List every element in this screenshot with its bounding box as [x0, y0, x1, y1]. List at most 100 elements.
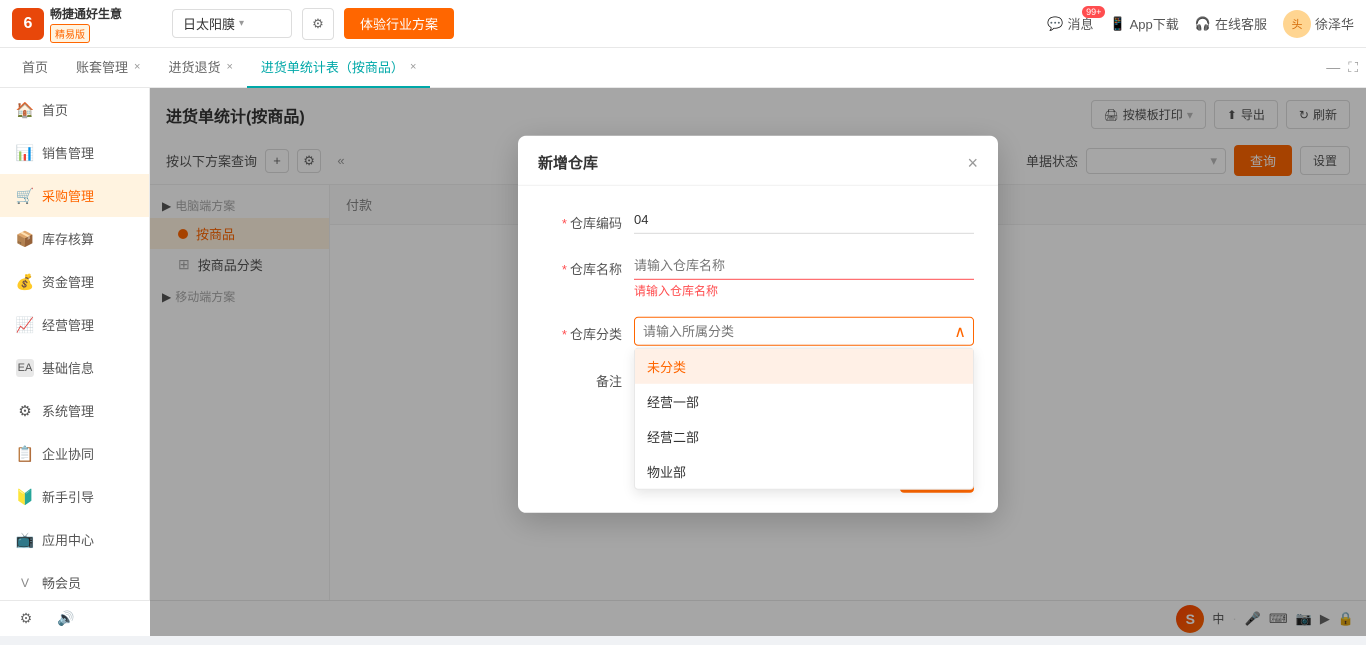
code-label: 仓库编码 [542, 206, 622, 232]
message-icon: 💬 [1047, 16, 1063, 32]
message-btn[interactable]: 💬 消息 99+ [1047, 14, 1093, 33]
tab-purchase-return-label: 进货退货 [168, 57, 220, 76]
tab-account-close[interactable]: × [134, 61, 140, 73]
category-label: 仓库分类 [542, 317, 622, 343]
tab-purchase-stats[interactable]: 进货单统计表（按商品） × [247, 48, 430, 88]
message-badge: 99+ [1082, 6, 1105, 18]
avatar: 头 [1283, 10, 1311, 38]
category-form-row: 仓库分类 ∧ 未分类 经营一部 经营二部 物业部 [542, 317, 974, 346]
app-download-btn[interactable]: 📱 App下载 [1109, 14, 1178, 33]
tab-purchase-return[interactable]: 进货退货 × [154, 48, 246, 88]
tab-account-label: 账套管理 [76, 57, 128, 76]
dropdown-item-3[interactable]: 物业部 [635, 454, 973, 489]
sidebar-item-inventory[interactable]: 📦 库存核算 [0, 217, 149, 260]
name-label: 仓库名称 [542, 252, 622, 278]
sidebar-item-purchase[interactable]: 🛒 采购管理 [0, 174, 149, 217]
store-selector[interactable]: 日太阳膜 ▾ [172, 9, 292, 38]
category-input[interactable] [634, 317, 974, 346]
sidebar-item-sales-label: 销售管理 [42, 143, 94, 162]
name-form-row: 仓库名称 请输入仓库名称 [542, 252, 974, 299]
sidebar-item-enterprise-label: 企业协同 [42, 444, 94, 463]
dropdown-item-2[interactable]: 经营二部 [635, 419, 973, 454]
dropdown-item-1[interactable]: 经营一部 [635, 384, 973, 419]
store-name: 日太阳膜 [183, 14, 235, 33]
category-control: ∧ 未分类 经营一部 经营二部 物业部 [634, 317, 974, 346]
sidebar-item-finance[interactable]: 💰 资金管理 [0, 260, 149, 303]
sidebar-item-basic-info[interactable]: EA 基础信息 [0, 346, 149, 389]
logo-badge: 精易版 [50, 24, 90, 43]
sidebar-item-home-label: 首页 [42, 100, 68, 119]
headset-icon: 🎧 [1195, 16, 1211, 32]
basic-info-icon: EA [16, 359, 34, 377]
tab-home-label: 首页 [22, 57, 48, 76]
name-error-msg: 请输入仓库名称 [634, 282, 974, 299]
main-layout: 🏠 首页 📊 销售管理 🛒 采购管理 📦 库存核算 💰 资金管理 📈 经营管理 … [0, 88, 1366, 636]
tab-home[interactable]: 首页 [8, 48, 62, 88]
top-bar: 6 畅捷通好生意 精易版 日太阳膜 ▾ ⚙ 体验行业方案 💬 消息 99+ 📱 … [0, 0, 1366, 48]
sidebar-item-system[interactable]: ⚙ 系统管理 [0, 389, 149, 432]
sidebar-item-inventory-label: 库存核算 [42, 229, 94, 248]
category-input-wrap: ∧ [634, 317, 974, 346]
app-label: App下载 [1130, 14, 1179, 33]
top-right-actions: 💬 消息 99+ 📱 App下载 🎧 在线客服 头 徐泽华 [1047, 10, 1354, 38]
content-area: 进货单统计(按商品) 🖨 按模板打印 ▾ ⬆ 导出 ↻ 刷新 按以下方案查询 [150, 88, 1366, 636]
dialog-close-button[interactable]: × [967, 153, 978, 171]
remark-label: 备注 [542, 364, 622, 390]
sidebar-item-app-center[interactable]: 📺 应用中心 [0, 518, 149, 561]
category-arrow-icon[interactable]: ∧ [954, 321, 966, 341]
name-input[interactable] [634, 252, 974, 280]
tab-purchase-stats-label: 进货单统计表（按商品） [261, 57, 404, 76]
volume-icon-bottom[interactable]: 🔊 [52, 605, 80, 633]
sidebar-item-operations-label: 经营管理 [42, 315, 94, 334]
sidebar-item-guide-label: 新手引导 [42, 487, 94, 506]
tab-account[interactable]: 账套管理 × [62, 48, 154, 88]
sidebar-item-member[interactable]: V 畅会员 [0, 561, 149, 604]
sidebar-item-finance-label: 资金管理 [42, 272, 94, 291]
code-form-row: 仓库编码 [542, 206, 974, 234]
tab-expand-icon[interactable]: ⛶ [1348, 59, 1358, 76]
online-service-btn[interactable]: 🎧 在线客服 [1195, 14, 1267, 33]
bottom-left: ⚙ 🔊 [12, 605, 80, 633]
tab-purchase-return-close[interactable]: × [226, 61, 232, 73]
sidebar-item-app-center-label: 应用中心 [42, 530, 94, 549]
sidebar-item-home[interactable]: 🏠 首页 [0, 88, 149, 131]
dialog-title: 新增仓库 [538, 152, 598, 173]
sales-icon: 📊 [16, 144, 34, 162]
home-icon: 🏠 [16, 101, 34, 119]
tab-minimize-icon[interactable]: — [1326, 59, 1340, 76]
app-center-icon: 📺 [16, 531, 34, 549]
settings-icon-bottom[interactable]: ⚙ [12, 605, 40, 633]
code-input[interactable] [634, 206, 974, 234]
finance-icon: 💰 [16, 273, 34, 291]
try-industry-button[interactable]: 体验行业方案 [344, 8, 454, 39]
gear-button[interactable]: ⚙ [302, 8, 334, 40]
logo-area: 6 畅捷通好生意 精易版 [12, 5, 162, 43]
dialog-body: 仓库编码 仓库名称 请输入仓库名称 仓库分类 [518, 186, 998, 448]
name-control: 请输入仓库名称 [634, 252, 974, 299]
user-menu-btn[interactable]: 头 徐泽华 [1283, 10, 1354, 38]
tab-bar: 首页 账套管理 × 进货退货 × 进货单统计表（按商品） × — ⛶ [0, 48, 1366, 88]
member-icon: V [16, 574, 34, 592]
tab-purchase-stats-close[interactable]: × [410, 61, 416, 73]
operations-icon: 📈 [16, 316, 34, 334]
code-control [634, 206, 974, 234]
sidebar-item-purchase-label: 采购管理 [42, 186, 94, 205]
logo-icon: 6 [12, 8, 44, 40]
sidebar-item-operations[interactable]: 📈 经营管理 [0, 303, 149, 346]
sidebar-item-guide[interactable]: 🔰 新手引导 [0, 475, 149, 518]
dropdown-item-0[interactable]: 未分类 [635, 349, 973, 384]
logo-text: 畅捷通好生意 [50, 5, 122, 22]
sidebar-item-basic-info-label: 基础信息 [42, 358, 94, 377]
sidebar-item-enterprise[interactable]: 📋 企业协同 [0, 432, 149, 475]
guide-icon: 🔰 [16, 488, 34, 506]
sidebar-item-sales[interactable]: 📊 销售管理 [0, 131, 149, 174]
inventory-icon: 📦 [16, 230, 34, 248]
new-warehouse-dialog: 新增仓库 × 仓库编码 仓库名称 请输入仓库名称 [518, 136, 998, 513]
gear-icon: ⚙ [312, 16, 324, 32]
enterprise-icon: 📋 [16, 445, 34, 463]
sidebar-item-system-label: 系统管理 [42, 401, 94, 420]
category-dropdown: 未分类 经营一部 经营二部 物业部 [634, 348, 974, 490]
username: 徐泽华 [1315, 14, 1354, 33]
dialog-header: 新增仓库 × [518, 136, 998, 186]
system-icon: ⚙ [16, 402, 34, 420]
